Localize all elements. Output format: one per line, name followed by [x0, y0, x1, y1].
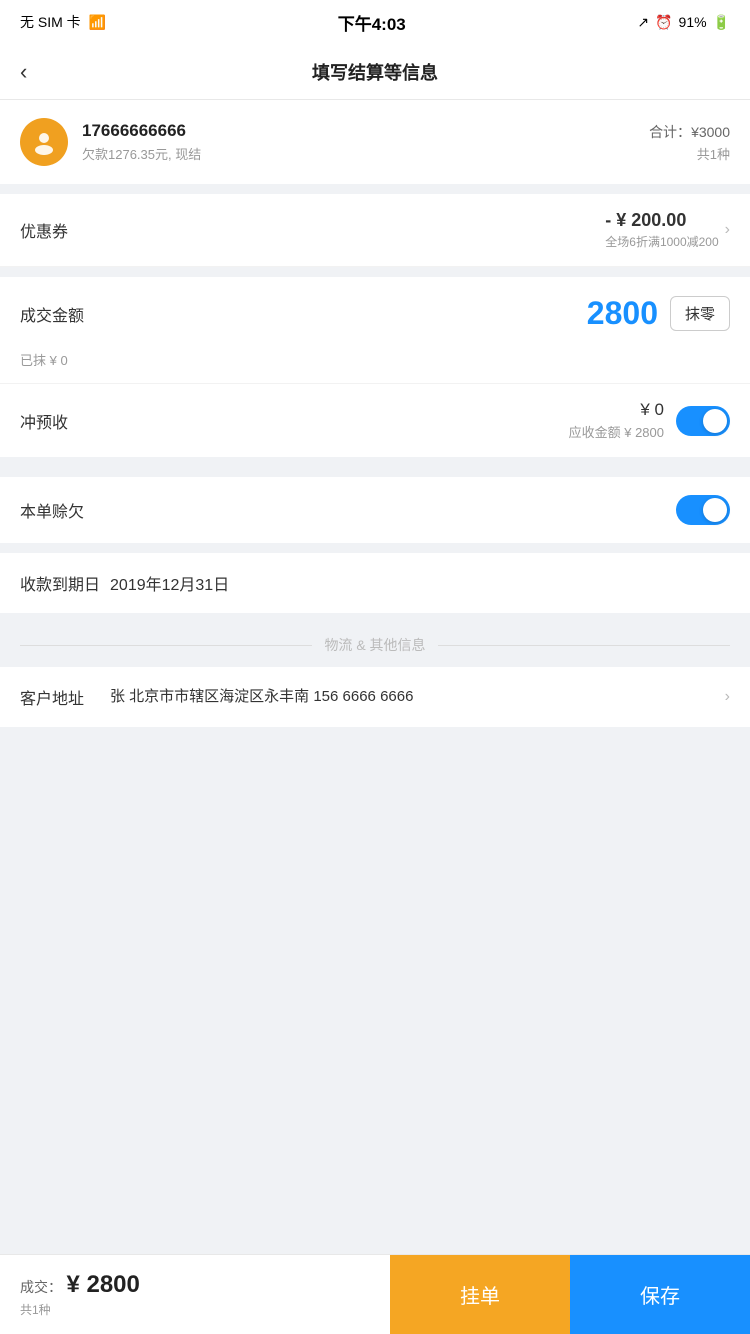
status-left: 无 SIM 卡 📶: [20, 12, 106, 32]
address-label: 客户地址: [20, 685, 100, 709]
save-button[interactable]: 保存: [570, 1255, 750, 1334]
status-bar: 无 SIM 卡 📶 下午4:03 ↗ ⏰ 91% 🔋: [0, 0, 750, 44]
total-label: 合计：¥3000: [649, 122, 730, 142]
status-time: 下午4:03: [338, 10, 406, 35]
prepay-info: ¥ 0 应收金额 ¥ 2800: [569, 400, 664, 441]
battery-label: 91%: [679, 14, 707, 30]
customer-left: 17666666666 欠款1276.35元, 现结: [20, 118, 201, 166]
coupon-chevron: ›: [725, 221, 730, 239]
divider-2: [0, 467, 750, 477]
coupon-discount: - ¥ 200.00: [605, 210, 718, 231]
prepay-label: 冲预收: [20, 409, 68, 433]
coupon-desc: 全场6折满1000减200: [605, 233, 718, 250]
divider-1: [0, 267, 750, 277]
amount-sub: 已抹 ¥ 0: [0, 350, 750, 383]
wifi-icon: 📶: [89, 14, 106, 31]
logistics-divider: 物流 & 其他信息: [0, 623, 750, 667]
address-section[interactable]: 客户地址 张 北京市市辖区海淀区永丰南 156 6666 6666 ›: [0, 667, 750, 727]
logistics-line-right: [438, 645, 730, 646]
coupon-info: - ¥ 200.00 全场6折满1000减200: [605, 210, 718, 250]
customer-card: 17666666666 欠款1276.35元, 现结 合计：¥3000 共1种: [0, 100, 750, 184]
credit-toggle[interactable]: [676, 495, 730, 525]
logistics-text: 物流 & 其他信息: [324, 635, 425, 655]
location-icon: ↗: [637, 14, 649, 31]
page-title: 填写结算等信息: [312, 59, 438, 85]
customer-info: 17666666666 欠款1276.35元, 现结: [82, 121, 201, 163]
customer-phone: 17666666666: [82, 121, 201, 141]
toggle-knob: [703, 409, 727, 433]
alarm-icon: ⏰: [655, 14, 672, 31]
duedate-section: 收款到期日 2019年12月31日: [0, 553, 750, 613]
coupon-row[interactable]: 优惠券 - ¥ 200.00 全场6折满1000减200 ›: [0, 194, 750, 267]
summary-count: 共1种: [20, 1301, 370, 1318]
summary-amount: ¥ 2800: [66, 1271, 139, 1298]
hang-button[interactable]: 挂单: [390, 1255, 570, 1334]
credit-section: 本单赊欠: [0, 477, 750, 543]
amount-section: 成交金额 2800 抹零 已抹 ¥ 0 冲预收 ¥ 0 应收金额 ¥ 2800: [0, 277, 750, 457]
main-content: 17666666666 欠款1276.35元, 现结 合计：¥3000 共1种 …: [0, 100, 750, 897]
prepay-toggle[interactable]: [676, 406, 730, 436]
nav-bar: ‹ 填写结算等信息: [0, 44, 750, 100]
prepay-amount: ¥ 0: [569, 400, 664, 420]
duedate-value: 2019年12月31日: [110, 571, 229, 595]
credit-toggle-knob: [703, 498, 727, 522]
customer-right: 合计：¥3000 共1种: [649, 122, 730, 163]
back-button[interactable]: ‹: [20, 51, 39, 93]
amount-label: 成交金额: [20, 302, 84, 326]
summary-label: 成交：: [20, 1279, 62, 1295]
customer-sub: 欠款1276.35元, 现结: [82, 144, 201, 163]
prepay-right: ¥ 0 应收金额 ¥ 2800: [569, 400, 730, 441]
status-right: ↗ ⏰ 91% 🔋: [637, 14, 730, 31]
coupon-label: 优惠券: [20, 218, 68, 242]
prepay-sub: 应收金额 ¥ 2800: [569, 422, 664, 441]
avatar: [20, 118, 68, 166]
sim-label: 无 SIM 卡: [20, 12, 81, 32]
address-value: 张 北京市市辖区海淀区永丰南 156 6666 6666: [110, 686, 725, 709]
amount-row: 成交金额 2800 抹零: [0, 277, 750, 350]
bottom-bar: 成交： ¥ 2800 共1种 挂单 保存: [0, 1254, 750, 1334]
round-button[interactable]: 抹零: [670, 296, 730, 331]
amount-right: 2800 抹零: [587, 295, 730, 332]
address-chevron: ›: [725, 688, 730, 706]
logistics-line-left: [20, 645, 312, 646]
credit-label: 本单赊欠: [20, 498, 84, 522]
bottom-summary-top: 成交： ¥ 2800: [20, 1271, 370, 1299]
battery-icon: 🔋: [713, 14, 730, 31]
prepay-row: 冲预收 ¥ 0 应收金额 ¥ 2800: [0, 383, 750, 457]
bottom-spacer: [0, 737, 750, 897]
coupon-right: - ¥ 200.00 全场6折满1000减200 ›: [605, 210, 730, 250]
amount-value: 2800: [587, 295, 658, 332]
bottom-summary: 成交： ¥ 2800 共1种: [0, 1271, 390, 1318]
total-count: 共1种: [649, 144, 730, 163]
duedate-label: 收款到期日: [20, 571, 100, 595]
